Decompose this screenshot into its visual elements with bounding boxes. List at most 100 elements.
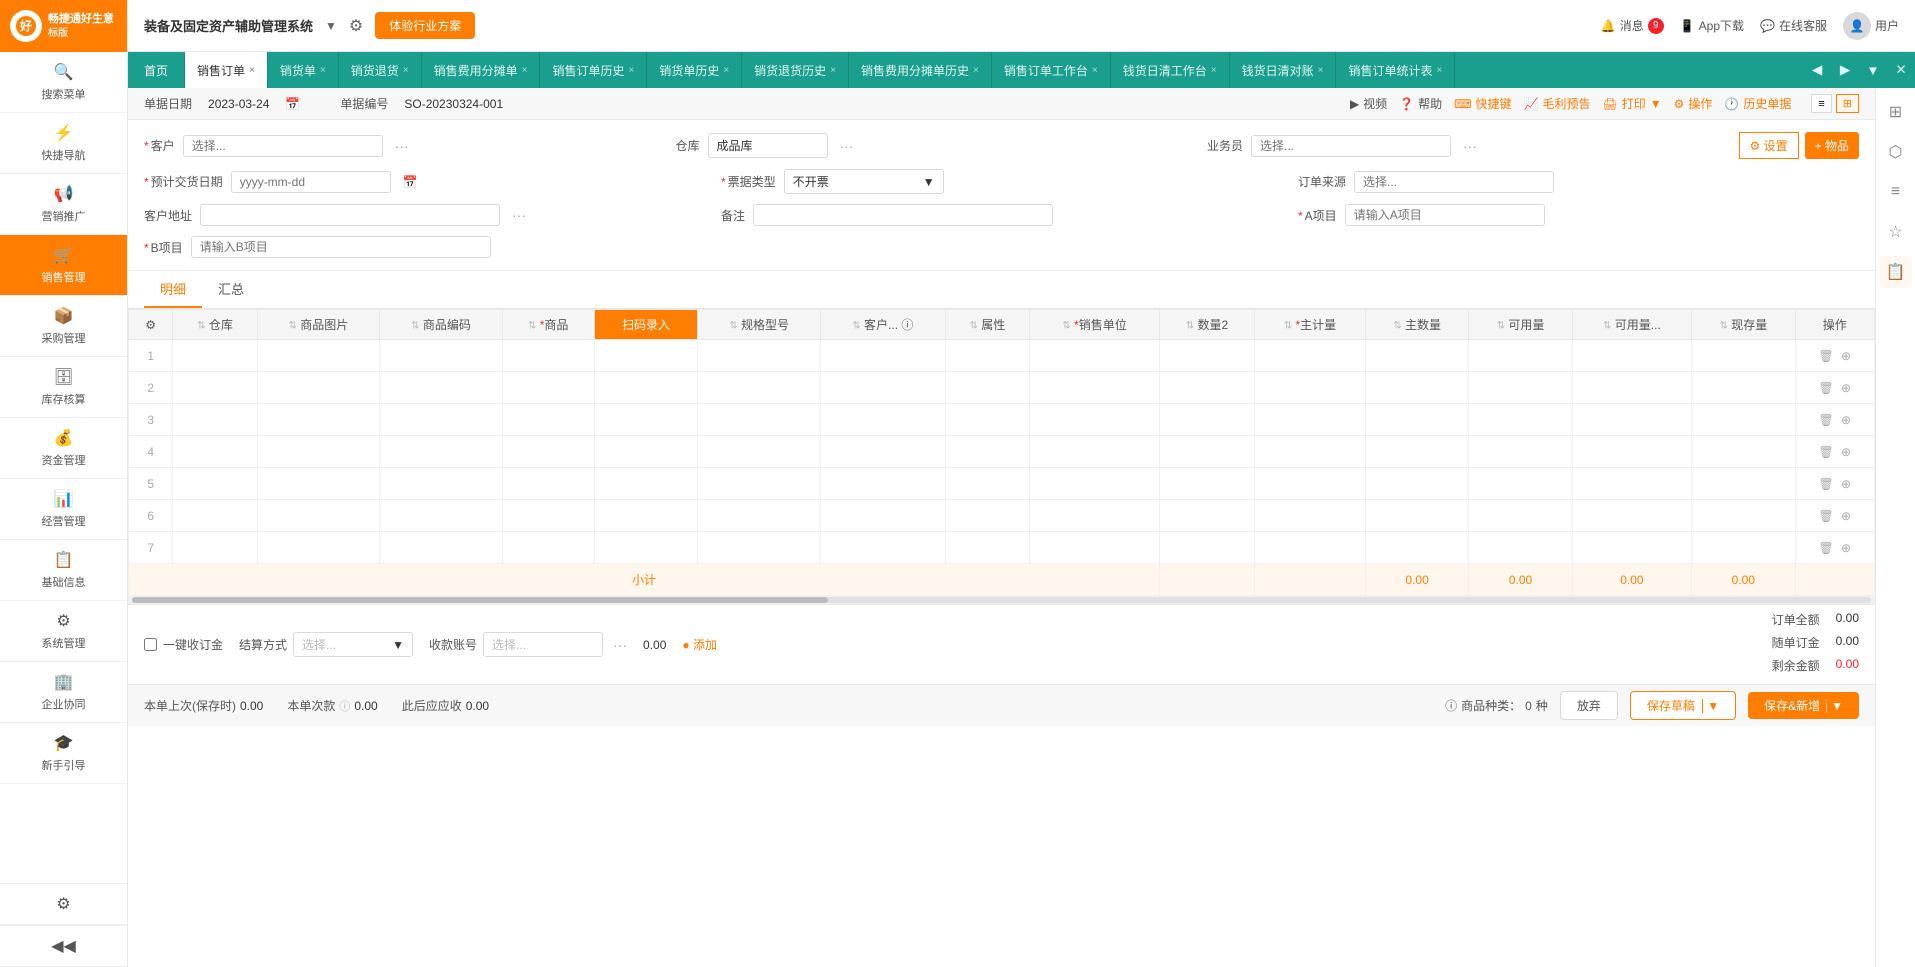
cell-main-unit[interactable] (1254, 500, 1365, 532)
cell-available2[interactable] (1572, 468, 1691, 500)
delete-icon[interactable]: 🗑 (1818, 477, 1833, 491)
cell-unit[interactable] (1029, 436, 1159, 468)
tab-sales-expense-history[interactable]: 销售费用分摊单历史 × (849, 52, 992, 88)
calendar-icon[interactable]: 📅 (285, 97, 300, 111)
tab-close-icon[interactable]: × (320, 65, 326, 76)
cell-attribute[interactable] (945, 468, 1029, 500)
cell-main-qty[interactable] (1365, 532, 1468, 564)
cell-stock[interactable] (1692, 340, 1795, 372)
cell-goods[interactable] (502, 532, 594, 564)
salesperson-ellipsis[interactable]: ··· (1463, 138, 1477, 154)
cell-available2[interactable] (1572, 500, 1691, 532)
cell-qty2[interactable] (1160, 532, 1255, 564)
right-sidebar-fingerprint[interactable]: ⬡ (1880, 136, 1912, 168)
tab-sales-order-workbench[interactable]: 销售订单工作台 × (992, 52, 1111, 88)
cell-unit[interactable] (1029, 372, 1159, 404)
th-unit[interactable]: ⇅ *销售单位 (1029, 310, 1159, 340)
cell-customer-code[interactable] (821, 500, 946, 532)
cell-stock[interactable] (1692, 436, 1795, 468)
add-goods-btn[interactable]: + 物品 (1805, 132, 1859, 159)
view-btn[interactable]: ▶ 视频 (1350, 95, 1387, 112)
cell-available2[interactable] (1572, 404, 1691, 436)
detail-tab-detail[interactable]: 明细 (144, 271, 202, 308)
cell-unit[interactable] (1029, 404, 1159, 436)
cell-available2[interactable] (1572, 372, 1691, 404)
cell-customer-code[interactable] (821, 404, 946, 436)
cell-qty2[interactable] (1160, 500, 1255, 532)
cell-main-qty[interactable] (1365, 340, 1468, 372)
cell-available2[interactable] (1572, 340, 1691, 372)
warehouse-ellipsis[interactable]: ··· (840, 138, 854, 154)
cell-unit[interactable] (1029, 340, 1159, 372)
a-project-input[interactable] (1345, 204, 1545, 226)
print-btn[interactable]: 🖨 打印 ▼ (1602, 95, 1661, 112)
user-item[interactable]: 👤 用户 (1843, 12, 1899, 40)
goods-count[interactable]: ⓘ 商品种类： 0 种 (1445, 697, 1548, 714)
cell-main-unit[interactable] (1254, 340, 1365, 372)
shortcut-btn[interactable]: ⌨ 快捷键 (1454, 95, 1511, 112)
tab-sales-invoice[interactable]: 销货单 × (268, 52, 339, 88)
cell-code[interactable] (380, 468, 503, 500)
th-code[interactable]: ⇅ 商品编码 (380, 310, 503, 340)
form-view-btn[interactable]: ⊞ (1836, 94, 1859, 113)
sidebar-item-collapse[interactable]: ◀◀ (0, 925, 127, 967)
cell-warehouse[interactable] (173, 500, 257, 532)
cell-qty2[interactable] (1160, 436, 1255, 468)
tab-sales-stats[interactable]: 销售订单统计表 × (1336, 52, 1455, 88)
cell-warehouse[interactable] (173, 340, 257, 372)
th-customer-code[interactable]: ⇅ 客户... ⓘ (821, 310, 946, 340)
tab-daily-reconcile[interactable]: 钱货日清对账 × (1230, 52, 1337, 88)
delivery-date-input[interactable] (231, 171, 391, 193)
delete-icon[interactable]: 🗑 (1818, 541, 1833, 555)
sidebar-item-purchase[interactable]: 📦 采购管理 (0, 296, 127, 357)
app-download-item[interactable]: 📱 App下载 (1680, 17, 1744, 34)
th-available2[interactable]: ⇅ 可用量... (1572, 310, 1691, 340)
sidebar-item-guide[interactable]: 🎓 新手引导 (0, 723, 127, 784)
cell-scan[interactable] (594, 340, 698, 372)
detail-tab-summary[interactable]: 汇总 (202, 271, 260, 308)
sidebar-item-system[interactable]: ⚙ 系统管理 (0, 601, 127, 662)
tab-sales-expense[interactable]: 销售费用分摊单 × (422, 52, 541, 88)
copy-icon[interactable]: ⊕ (1841, 541, 1851, 555)
cell-scan[interactable] (594, 372, 698, 404)
th-goods[interactable]: ⇅ *商品 (502, 310, 594, 340)
th-spec[interactable]: ⇅ 规格型号 (698, 310, 821, 340)
cell-spec[interactable] (698, 468, 821, 500)
discard-button[interactable]: 放弃 (1560, 691, 1618, 720)
sidebar-item-basic[interactable]: 📋 基础信息 (0, 540, 127, 601)
cell-attribute[interactable] (945, 340, 1029, 372)
online-service-item[interactable]: 💬 在线客服 (1760, 17, 1827, 34)
cell-main-qty[interactable] (1365, 436, 1468, 468)
cell-attribute[interactable] (945, 436, 1029, 468)
sidebar-item-operations[interactable]: 📊 经营管理 (0, 479, 127, 540)
cell-customer-code[interactable] (821, 340, 946, 372)
dropdown-arrow[interactable]: ▼ (1826, 699, 1843, 713)
add-btn[interactable]: ● 添加 (682, 636, 717, 653)
customer-input[interactable] (183, 135, 383, 157)
cell-scan[interactable] (594, 500, 698, 532)
cell-attribute[interactable] (945, 532, 1029, 564)
cell-code[interactable] (380, 436, 503, 468)
cell-customer-code[interactable] (821, 468, 946, 500)
tab-home[interactable]: 首页 (128, 52, 185, 88)
tab-close-icon[interactable]: × (973, 65, 979, 76)
cell-spec[interactable] (698, 532, 821, 564)
cell-available2[interactable] (1572, 436, 1691, 468)
th-warehouse[interactable]: ⇅ 仓库 (173, 310, 257, 340)
cell-warehouse[interactable] (173, 468, 257, 500)
cell-image[interactable] (257, 436, 380, 468)
sidebar-item-marketing[interactable]: 📢 营销推广 (0, 174, 127, 235)
cell-image[interactable] (257, 372, 380, 404)
settings-btn[interactable]: ⚙ 设置 (1739, 132, 1799, 159)
tab-close-icon[interactable]: × (1318, 65, 1324, 76)
help-btn[interactable]: ❓ 帮助 (1399, 95, 1442, 112)
cell-customer-code[interactable] (821, 436, 946, 468)
sidebar-item-enterprise[interactable]: 🏢 企业协同 (0, 662, 127, 723)
cell-stock[interactable] (1692, 468, 1795, 500)
dropdown-arrow[interactable]: ▼ (1702, 699, 1719, 713)
collect-account-select[interactable]: 选择... (483, 632, 603, 657)
cell-image[interactable] (257, 468, 380, 500)
horizontal-scrollbar[interactable] (128, 596, 1875, 604)
cell-available[interactable] (1469, 532, 1572, 564)
sidebar-item-sales[interactable]: 🛒 销售管理 (0, 235, 127, 296)
